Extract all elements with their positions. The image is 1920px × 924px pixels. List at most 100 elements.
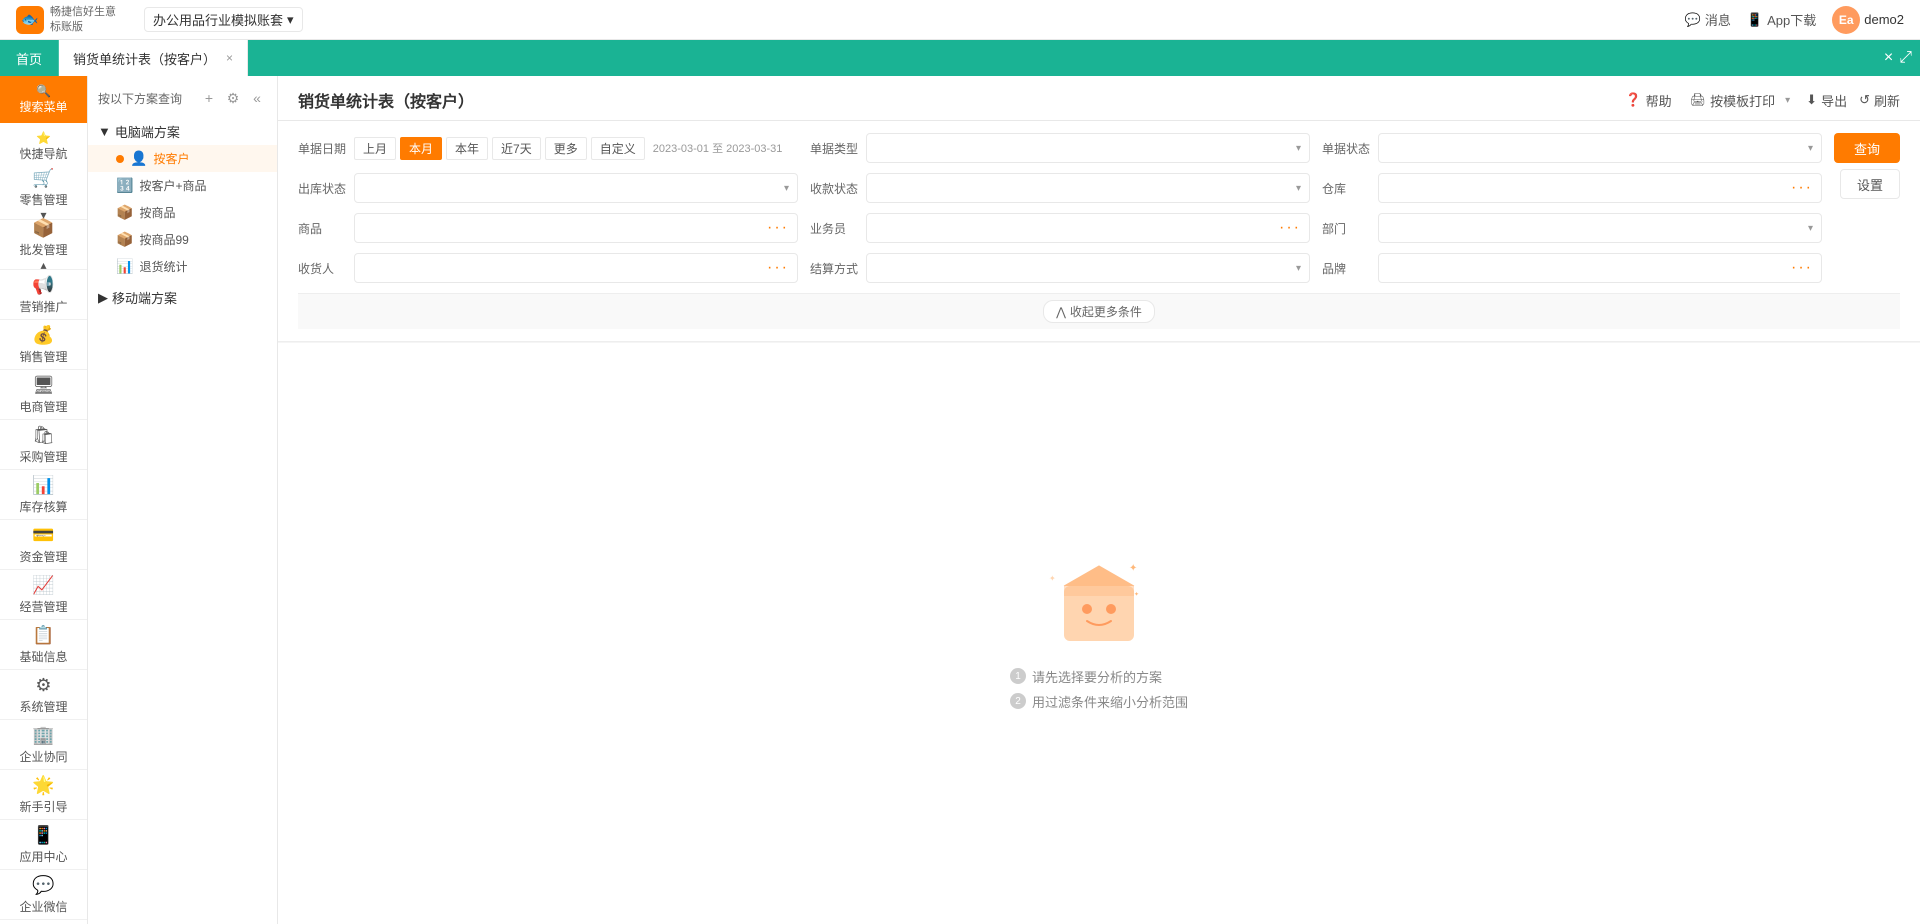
brand-input[interactable]: ··· [1378, 253, 1822, 283]
order-status-label: 单据状态 [1322, 140, 1372, 157]
help-button[interactable]: ❓ 帮助 [1625, 91, 1671, 110]
refresh-button[interactable]: ↺ 刷新 [1859, 91, 1900, 110]
sidebar-item-member[interactable]: 👑 畅会员 [0, 920, 87, 924]
collapse-row: ⋀ 收起更多条件 [298, 293, 1900, 329]
left-panel-actions: + ⚙ « [199, 88, 267, 108]
empty-step-2: 2 用过滤条件来缩小分析范围 [1010, 692, 1188, 711]
date-btn-lastmonth[interactable]: 上月 [354, 137, 396, 160]
sidebar-item-wholesale[interactable]: 📦 批发管理 ▴ [0, 220, 87, 270]
mobile-scheme-group: ▶ 移动端方案 [88, 282, 277, 313]
chevron-down-icon: ▾ [1296, 143, 1301, 154]
filter-row-2: 出库状态 ▾ 收款状态 ▾ [298, 173, 1822, 203]
filter-department: 部门 ▾ [1322, 213, 1822, 243]
filter-order-type: 单据类型 ▾ [810, 133, 1310, 163]
sidebar-item-finance[interactable]: 💳 资金管理 [0, 520, 87, 570]
query-button[interactable]: 查询 [1834, 133, 1900, 163]
scheme-item-customer-product[interactable]: 🔢 按客户+商品 [88, 172, 277, 199]
sidebar-item-basic[interactable]: 📋 基础信息 [0, 620, 87, 670]
settlement-label: 结算方式 [810, 260, 860, 277]
scheme-item-returns[interactable]: 📊 退货统计 [88, 253, 277, 280]
filter-area: 单据日期 上月 本月 本年 近7天 更多 自定义 2023-03-01 至 20… [278, 121, 1920, 342]
product-input[interactable]: ··· [354, 213, 798, 243]
message-action[interactable]: 💬 消息 [1685, 10, 1731, 29]
chevron-down-icon: ▾ [287, 12, 294, 28]
stock-status-input[interactable]: ▾ [354, 173, 798, 203]
filter-salesperson: 业务员 ··· [810, 213, 1310, 243]
department-label: 部门 [1322, 220, 1372, 237]
user-name: demo2 [1864, 12, 1904, 27]
mobile-scheme-header[interactable]: ▶ 移动端方案 [88, 284, 277, 311]
left-panel-header: 按以下方案查询 + ⚙ « [88, 84, 277, 116]
sidebar-item-operations[interactable]: 📈 经营管理 [0, 570, 87, 620]
order-type-input[interactable]: ▾ [866, 133, 1310, 163]
user-area[interactable]: Ea demo2 [1832, 6, 1904, 34]
date-range: 2023-03-01 至 2023-03-31 [653, 140, 783, 156]
sidebar-item-inventory[interactable]: 📊 库存核算 [0, 470, 87, 520]
scheme-item-by-product[interactable]: 📦 按商品 [88, 199, 277, 226]
app-download-action[interactable]: 📱 App下载 [1747, 10, 1816, 29]
collapse-button[interactable]: ⋀ 收起更多条件 [1043, 300, 1155, 323]
warehouse-input[interactable]: ··· [1378, 173, 1822, 203]
pc-scheme-header[interactable]: ▼ 电脑端方案 [88, 118, 277, 145]
sidebar-item-system[interactable]: ⚙ 系统管理 [0, 670, 87, 720]
svg-text:✦: ✦ [1134, 591, 1139, 598]
nav-icon: ⭐ [36, 131, 51, 145]
tab-active[interactable]: 销货单统计表（按客户） × [59, 40, 248, 76]
date-btn-thisyear[interactable]: 本年 [446, 137, 488, 160]
sidebar-item-purchase[interactable]: 🛍 采购管理 [0, 420, 87, 470]
sidebar-item-newbie[interactable]: 🌟 新手引导 [0, 770, 87, 820]
sidebar-item-appcenter[interactable]: 📱 应用中心 [0, 820, 87, 870]
settlement-input[interactable]: ▾ [866, 253, 1310, 283]
svg-text:✦: ✦ [1129, 563, 1137, 574]
filter-actions: 查询 设置 [1834, 133, 1900, 199]
chevron-down-icon: ▾ [1808, 223, 1813, 234]
sidebar-item-marketing[interactable]: 📢 营销推广 [0, 270, 87, 320]
print-button-group: 🖨 按模板打印 ▾ [1684, 89, 1795, 112]
sidebar-search[interactable]: 🔍 搜索菜单 [0, 76, 87, 123]
sidebar-item-ecommerce[interactable]: 🖥 电商管理 [0, 370, 87, 420]
logo-icon: 🐟 [16, 6, 44, 34]
tab-close-all-button[interactable]: × [1884, 49, 1893, 67]
tab-close-icon[interactable]: × [226, 51, 233, 65]
collapse-panel-button[interactable]: « [247, 88, 267, 108]
industry-selector[interactable]: 办公用品行业模拟账套 ▾ [144, 7, 303, 32]
sidebar-item-enterprise[interactable]: 🏢 企业协同 [0, 720, 87, 770]
date-btn-more[interactable]: 更多 [545, 137, 587, 160]
filter-brand: 品牌 ··· [1322, 253, 1822, 283]
filter-row-3: 商品 ··· 业务员 ··· [298, 213, 1822, 243]
sales-icon: 💰 [32, 325, 54, 346]
product99-icon: 📦 [116, 231, 133, 248]
settings-scheme-button[interactable]: ⚙ [223, 88, 243, 108]
sidebar-item-sales[interactable]: 💰 销售管理 [0, 320, 87, 370]
salesperson-input[interactable]: ··· [866, 213, 1310, 243]
recipient-input[interactable]: ··· [354, 253, 798, 283]
sidebar: 🔍 搜索菜单 ⭐ 快捷导航 🛒 零售管理 ▾ 📦 批发管理 ▴ 📢 营销推广 💰… [0, 76, 88, 924]
order-type-label: 单据类型 [810, 140, 860, 157]
order-status-input[interactable]: ▾ [1378, 133, 1822, 163]
left-panel-title: 按以下方案查询 [98, 90, 182, 107]
tab-home[interactable]: 首页 [0, 40, 59, 76]
scheme-item-by-customer[interactable]: 👤 按客户 [88, 145, 277, 172]
page-title: 销货单统计表（按客户） [298, 88, 474, 112]
recipient-label: 收货人 [298, 260, 348, 277]
chevron-down-icon: ▾ [784, 183, 789, 194]
purchase-icon: 🛍 [32, 425, 55, 446]
print-button[interactable]: 🖨 按模板打印 [1684, 89, 1782, 112]
sidebar-item-retail[interactable]: 🛒 零售管理 ▾ [0, 170, 87, 220]
date-btn-custom[interactable]: 自定义 [591, 137, 645, 160]
export-icon: ⬇ [1806, 92, 1817, 108]
print-dropdown-button[interactable]: ▾ [1781, 93, 1794, 108]
scheme-item-by-product-99[interactable]: 📦 按商品99 [88, 226, 277, 253]
payment-status-input[interactable]: ▾ [866, 173, 1310, 203]
date-btn-thismonth[interactable]: 本月 [400, 137, 442, 160]
tab-maximize-button[interactable]: ⤢ [1899, 49, 1912, 67]
finance-icon: 💳 [32, 525, 54, 546]
export-button[interactable]: ⬇ 导出 [1806, 91, 1847, 110]
sidebar-quick-nav[interactable]: ⭐ 快捷导航 [0, 123, 87, 170]
settings-button[interactable]: 设置 [1840, 169, 1900, 199]
system-icon: ⚙ [35, 675, 51, 696]
add-scheme-button[interactable]: + [199, 88, 219, 108]
sidebar-item-wechat[interactable]: 💬 企业微信 [0, 870, 87, 920]
department-input[interactable]: ▾ [1378, 213, 1822, 243]
date-btn-7days[interactable]: 近7天 [492, 137, 541, 160]
